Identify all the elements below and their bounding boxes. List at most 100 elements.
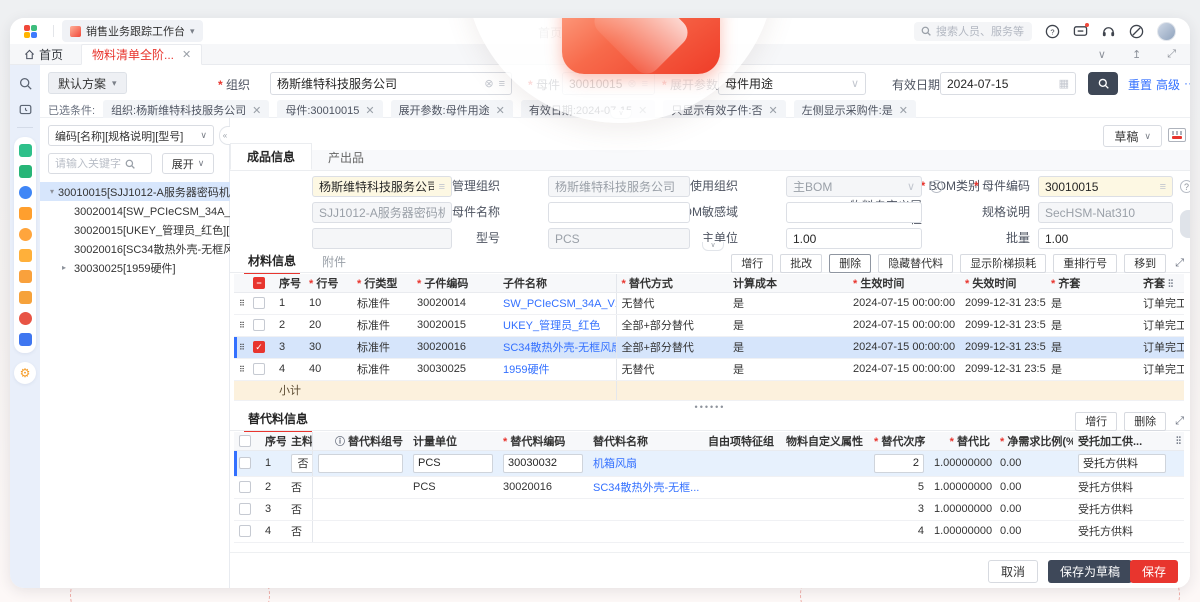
drag-handle-icon[interactable]: ⠿ [234, 358, 248, 381]
row-checkbox[interactable] [253, 363, 265, 376]
expand-icon[interactable]: ⤢ [1167, 48, 1176, 61]
close-icon[interactable]: ✕ [252, 104, 261, 117]
filter-chip[interactable]: 左侧显示采购件:是 ✕ [793, 100, 916, 120]
delete-button[interactable]: 删除 [1124, 411, 1167, 431]
table-row[interactable]: ⠿ 2 20 标准件 30020015 UKEY_管理员_红色 全部+部分替代是 2… [234, 314, 1184, 337]
expand-param-select[interactable]: 母件用途 ∨ [718, 72, 866, 95]
group-input[interactable] [317, 453, 403, 473]
child-name-link[interactable]: UKEY_管理员_红色 [498, 314, 617, 337]
caret-down-icon[interactable]: ▾ [50, 187, 54, 196]
app-icon-green-doc[interactable] [18, 144, 32, 157]
drag-handle-icon[interactable]: ⠿ [234, 314, 248, 337]
tab-material-info[interactable]: 材料信息 [244, 252, 301, 275]
settings-gear-icon[interactable]: ⚙ [14, 362, 36, 384]
keyboard-icon[interactable] [1168, 128, 1186, 142]
status-dropdown[interactable]: 草稿 ∨ [1103, 125, 1162, 147]
tab-output[interactable]: 产出品 [312, 145, 380, 170]
tree-field-select[interactable]: 编码[名称][规格说明][型号] ∨ [48, 125, 214, 146]
row-checkbox[interactable] [239, 481, 251, 494]
tree-node-root[interactable]: ▾30010015[SJJ1012-A服务器密码机][SecH... [40, 182, 230, 201]
tree-node[interactable]: 30020015[UKEY_管理员_红色][UKEY-... [40, 220, 230, 239]
help-icon[interactable]: ? [1180, 180, 1190, 193]
app-icon-org-tree[interactable] [18, 165, 32, 178]
add-row-button[interactable]: 增行 [1075, 411, 1118, 431]
close-icon[interactable]: ✕ [182, 48, 191, 61]
row-checkbox[interactable] [253, 319, 265, 332]
close-icon[interactable]: ✕ [496, 104, 505, 117]
chevron-down-icon[interactable]: ∨ [1098, 48, 1106, 61]
table-row[interactable]: 3 否 3 1.00000000 0.00 受托方供料 [234, 498, 1184, 521]
row-checkbox[interactable] [239, 525, 251, 538]
table-row-editing[interactable]: 1 否 机箱风扇 1.00000000 0.00 [234, 450, 1184, 477]
reflist-icon[interactable]: ≡ [439, 181, 445, 193]
row-checkbox[interactable] [253, 297, 265, 310]
reflist-icon[interactable]: ≡ [499, 78, 505, 90]
substitute-name-link[interactable]: SC34散热外壳-无框... [588, 476, 703, 499]
close-icon[interactable]: ✕ [768, 104, 777, 117]
child-name-link[interactable]: SW_PCIeCSM_34A_V17密... [498, 292, 617, 315]
caret-right-icon[interactable]: ▸ [62, 263, 70, 272]
tree-node[interactable]: 30020016[SC34散热外壳-无框风扇][... [40, 239, 230, 258]
expand-icon[interactable]: ⤢ [1175, 257, 1184, 270]
order-input[interactable] [874, 453, 924, 473]
drag-handle-icon[interactable]: ⠿ [234, 336, 248, 359]
tree-search-box[interactable] [48, 153, 152, 174]
table-row[interactable]: 4 否 4 1.00000000 0.00 受托方供料 [234, 520, 1184, 543]
substitute-name-link[interactable]: 机箱风扇 [588, 450, 703, 477]
batch-field[interactable]: 1.00 [1038, 228, 1173, 249]
expand-icon[interactable]: ⤢ [1175, 415, 1184, 428]
column-settings-icon[interactable]: ⫶⫶ [1176, 436, 1181, 447]
row-checkbox[interactable] [239, 457, 251, 470]
floating-assistant[interactable] [1180, 210, 1190, 238]
filter-chip[interactable]: 组织:杨斯维特科技服务公司 ✕ [103, 100, 270, 120]
filter-chip[interactable]: 母件:30010015 ✕ [277, 100, 383, 120]
app-icon-user-orange[interactable] [18, 228, 32, 241]
app-icon-chart[interactable] [18, 312, 32, 325]
child-name-link[interactable]: SC34散热外壳-无框风扇 [498, 336, 617, 359]
rail-search-icon[interactable] [17, 75, 33, 91]
org-input[interactable]: 杨斯维特科技服务公司 ⊗ ≡ [270, 72, 512, 95]
form-collapse-toggle[interactable]: ∨ [702, 242, 724, 251]
tab-attachments[interactable]: 附件 [322, 253, 346, 274]
reset-link[interactable]: 重置 [1128, 76, 1152, 93]
select-all-checkbox[interactable] [239, 434, 251, 447]
app-icon-flash[interactable] [18, 207, 32, 220]
advanced-link[interactable]: 高级 [1156, 76, 1180, 93]
unit-input[interactable] [413, 453, 493, 473]
code-input[interactable] [503, 453, 583, 473]
add-row-button[interactable]: 增行 [731, 253, 774, 273]
save-button[interactable]: 保存 [1129, 560, 1178, 583]
delete-button[interactable]: 删除 [829, 253, 872, 273]
move-to-button[interactable]: 移到 [1124, 253, 1167, 273]
message-icon[interactable] [1073, 22, 1089, 39]
custom-attr-field[interactable] [786, 202, 922, 223]
app-icon-user-blue[interactable] [18, 186, 32, 199]
upload-icon[interactable]: ↥ [1132, 48, 1141, 61]
tab-substitute-info[interactable]: 替代料信息 [244, 410, 313, 433]
help-icon[interactable]: ? [1045, 24, 1060, 39]
drag-handle-icon[interactable]: ⠿ [234, 292, 248, 315]
main-material-select[interactable]: 否 [291, 453, 311, 473]
help-icon[interactable]: ? [930, 180, 943, 193]
app-icon-box[interactable] [18, 249, 32, 262]
tab-home[interactable]: 首页 [24, 46, 63, 63]
app-icon-grid[interactable] [18, 333, 32, 346]
filter-chip[interactable]: 展开参数:母件用途 ✕ [390, 100, 513, 120]
app-icon-calendar[interactable] [18, 291, 32, 304]
renumber-button[interactable]: 重排行号 [1053, 253, 1118, 273]
clear-icon[interactable]: ⊗ [484, 77, 493, 90]
panel-collapse-icon[interactable]: « [219, 126, 230, 145]
child-name-link[interactable]: 1959硬件 [498, 358, 617, 381]
date-input[interactable]: 2024-07-15 ▦ [940, 72, 1076, 95]
splitter-handle[interactable]: •••••• [230, 402, 1190, 412]
bom-domain-field[interactable] [548, 202, 690, 223]
tab-bom-document[interactable]: 物料清单全阶... ✕ [81, 43, 203, 65]
save-draft-button[interactable]: 保存为草稿 [1047, 560, 1132, 583]
table-row[interactable]: 2 否 PCS 30020016 SC34散热外壳-无框... 5 1.0000… [234, 476, 1184, 499]
rail-recent-icon[interactable] [17, 101, 33, 117]
info-icon[interactable]: ⓘ [335, 437, 345, 448]
user-avatar[interactable] [1157, 21, 1176, 41]
parent-code-field[interactable]: 30010015 ≡ [1038, 176, 1173, 197]
supply-input[interactable] [1078, 453, 1166, 473]
more-link[interactable]: ··· [1184, 76, 1190, 90]
